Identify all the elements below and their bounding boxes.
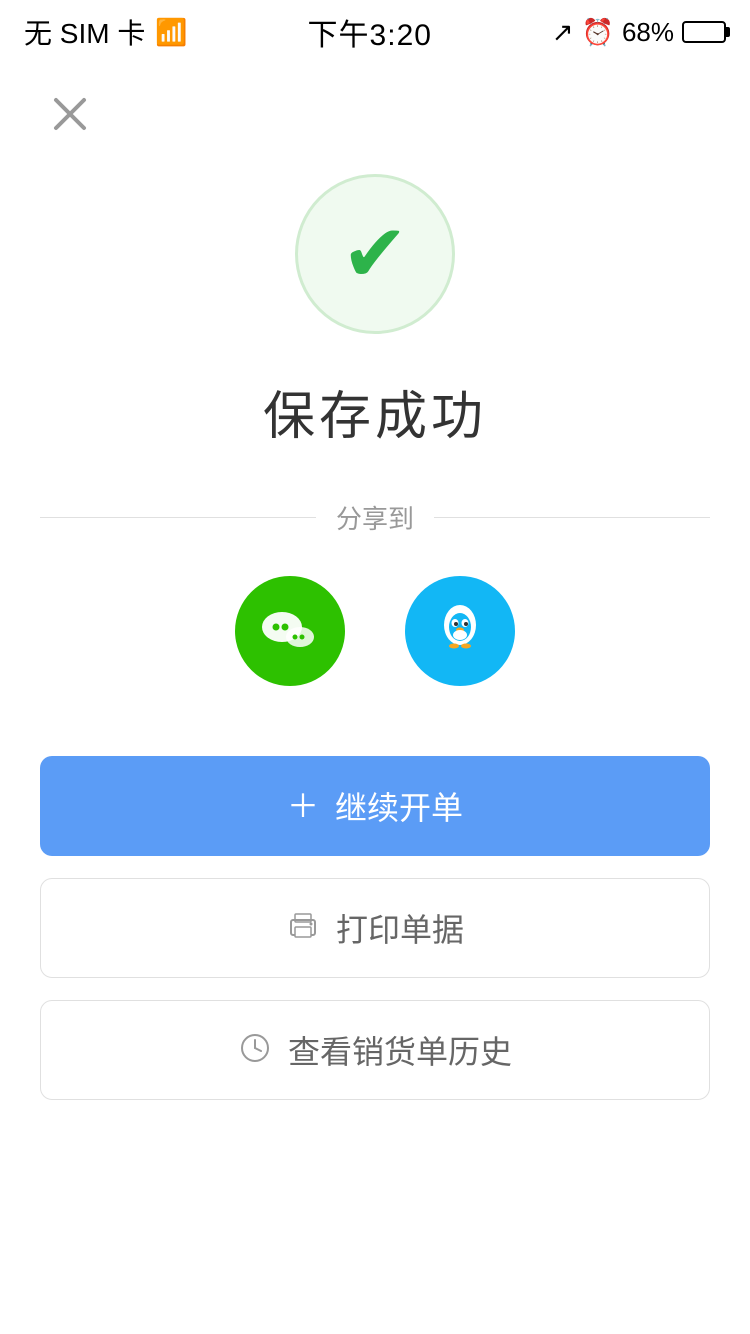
history-label: 查看销货单历史 (288, 1027, 512, 1073)
divider-right (434, 517, 710, 518)
success-title: 保存成功 (263, 374, 487, 449)
print-label: 打印单据 (336, 905, 464, 951)
qq-icon (426, 597, 494, 665)
clock-icon (238, 1031, 272, 1070)
status-bar: 无 SIM 卡 📶 下午3:20 ↗ ⏰ 68% (0, 0, 750, 64)
main-content: ✔ 保存成功 分享到 (0, 64, 750, 1140)
history-button[interactable]: 查看销货单历史 (40, 1000, 710, 1100)
battery-percent: 68% (622, 17, 674, 48)
battery-icon (682, 21, 726, 43)
print-button[interactable]: 打印单据 (40, 878, 710, 978)
status-right: ↗ ⏰ 68% (552, 17, 726, 48)
share-wechat-button[interactable] (235, 576, 345, 686)
success-icon-circle: ✔ (295, 174, 455, 334)
status-time: 下午3:20 (308, 10, 432, 54)
close-icon (52, 96, 88, 132)
continue-button[interactable]: ＋ 继续开单 (40, 756, 710, 856)
close-button[interactable] (40, 84, 100, 144)
share-divider: 分享到 (40, 499, 710, 536)
continue-label: 继续开单 (335, 783, 463, 829)
print-icon (286, 909, 320, 948)
alarm-icon: ⏰ (582, 17, 614, 48)
divider-left (40, 517, 316, 518)
check-icon: ✔ (341, 214, 408, 294)
action-buttons: ＋ 继续开单 打印单据 (40, 756, 710, 1100)
clock-svg-icon (238, 1031, 272, 1065)
share-label: 分享到 (336, 499, 414, 536)
location-icon: ↗ (552, 17, 574, 48)
wechat-icon (256, 597, 324, 665)
share-qq-button[interactable] (405, 576, 515, 686)
wifi-icon: 📶 (155, 17, 187, 48)
share-icons-row (235, 576, 515, 686)
sim-label: 无 SIM 卡 (24, 12, 145, 52)
plus-icon: ＋ (287, 790, 319, 822)
print-svg-icon (286, 909, 320, 943)
status-left: 无 SIM 卡 📶 (24, 12, 188, 52)
